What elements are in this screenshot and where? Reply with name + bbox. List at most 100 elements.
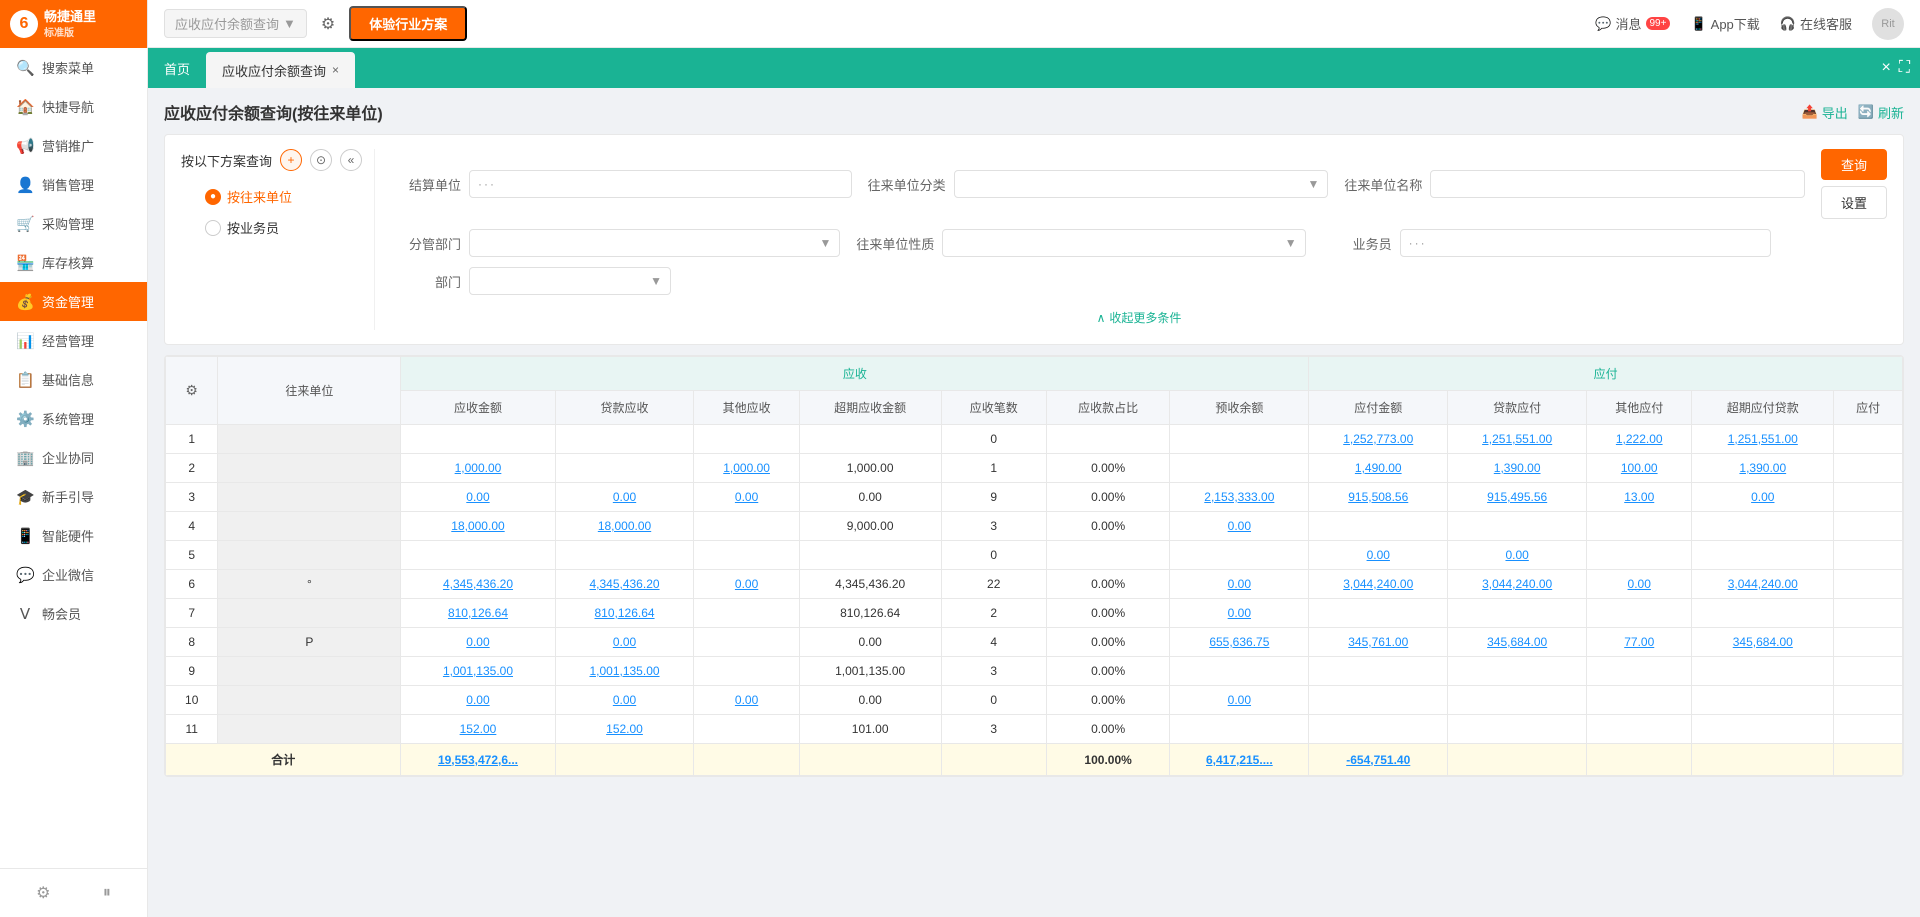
sidebar-item-corp[interactable]: 🏢 企业协同 xyxy=(0,438,147,477)
cell-yfje[interactable]: 345,761.00 xyxy=(1309,628,1448,657)
cell-dkyf[interactable]: 1,390.00 xyxy=(1448,454,1587,483)
cell-qtys[interactable]: 0.00 xyxy=(694,686,799,715)
cell-qtys[interactable]: 0.00 xyxy=(694,570,799,599)
cell-yfje[interactable]: 1,490.00 xyxy=(1309,454,1448,483)
cell-cqyftk[interactable]: 1,251,551.00 xyxy=(1692,425,1834,454)
cell-qtyf[interactable]: 100.00 xyxy=(1587,454,1692,483)
breadcrumb[interactable]: 应收应付余额查询 ▼ xyxy=(164,9,307,38)
sidebar-collapse-button[interactable]: ⏸ xyxy=(99,880,115,906)
cell-qtys[interactable]: 1,000.00 xyxy=(694,454,799,483)
cell-ysye[interactable]: 0.00 xyxy=(1170,570,1309,599)
cell-ysje[interactable]: 4,345,436.20 xyxy=(401,570,555,599)
cell-dkys[interactable]: 0.00 xyxy=(555,686,694,715)
cell-yfje[interactable]: 915,508.56 xyxy=(1309,483,1448,512)
sidebar-item-marketing[interactable]: 📢 营销推广 xyxy=(0,126,147,165)
cell-dkys[interactable]: 0.00 xyxy=(555,483,694,512)
avatar[interactable]: Rit xyxy=(1872,8,1904,40)
cell-dkyf[interactable]: 0.00 xyxy=(1448,541,1587,570)
query-button[interactable]: 查询 xyxy=(1821,149,1887,180)
cell-qtys[interactable]: 0.00 xyxy=(694,483,799,512)
unit-nature-input[interactable]: ▼ xyxy=(942,229,1305,257)
promo-button[interactable]: 体验行业方案 xyxy=(349,6,467,41)
cell-ysje[interactable]: 1,000.00 xyxy=(401,454,555,483)
dept-input[interactable]: ▼ xyxy=(469,267,671,295)
sidebar-item-search-menu[interactable]: 🔍 搜索菜单 xyxy=(0,48,147,87)
cell-yfje[interactable]: 1,252,773.00 xyxy=(1309,425,1448,454)
sidebar-item-inventory[interactable]: 🏪 库存核算 xyxy=(0,243,147,282)
sidebar-item-member[interactable]: Ⅴ 畅会员 xyxy=(0,594,147,633)
cell-ysje[interactable]: 1,001,135.00 xyxy=(401,657,555,686)
cell-dkyf[interactable]: 3,044,240.00 xyxy=(1448,570,1587,599)
cell-dkyf[interactable]: 345,684.00 xyxy=(1448,628,1587,657)
settlement-unit-input[interactable]: ··· xyxy=(469,170,852,198)
table-settings-icon[interactable]: ⚙ xyxy=(185,382,198,398)
sidebar-item-quick-nav[interactable]: 🏠 快捷导航 xyxy=(0,87,147,126)
export-button[interactable]: 📤 导出 xyxy=(1802,103,1848,122)
sidebar-settings-button[interactable]: ⚙ xyxy=(32,879,54,907)
search-add-button[interactable]: + xyxy=(280,149,302,171)
search-option-unit[interactable]: ● 按往来单位 xyxy=(197,183,362,210)
cell-ysje[interactable]: 152.00 xyxy=(401,715,555,744)
app-download-button[interactable]: 📱 App下载 xyxy=(1690,14,1759,33)
search-collapse-button[interactable]: « xyxy=(340,149,362,171)
online-service-button[interactable]: 🎧 在线客服 xyxy=(1780,14,1852,33)
sidebar-item-guide[interactable]: 🎓 新手引导 xyxy=(0,477,147,516)
cell-qtyf[interactable]: 1,222.00 xyxy=(1587,425,1692,454)
sidebar-item-sales[interactable]: 👤 销售管理 xyxy=(0,165,147,204)
cell-dkys[interactable]: 4,345,436.20 xyxy=(555,570,694,599)
window-expand-button[interactable]: ⛶ xyxy=(1899,59,1910,77)
cell-ysje[interactable]: 0.00 xyxy=(401,628,555,657)
tab-close-icon[interactable]: × xyxy=(332,63,339,77)
cell-yfje[interactable]: 0.00 xyxy=(1309,541,1448,570)
cell-ysje[interactable]: 0.00 xyxy=(401,483,555,512)
salesman-input[interactable]: ··· xyxy=(1400,229,1771,257)
window-close-button[interactable]: × xyxy=(1881,59,1890,77)
total-ysje[interactable]: 19,553,472,6... xyxy=(401,744,555,776)
unit-category-input[interactable]: ▼ xyxy=(954,170,1329,198)
cell-dkyf[interactable]: 1,251,551.00 xyxy=(1448,425,1587,454)
cell-qtyf[interactable]: 0.00 xyxy=(1587,570,1692,599)
cell-ysye[interactable]: 0.00 xyxy=(1170,512,1309,541)
cell-ysye[interactable]: 0.00 xyxy=(1170,686,1309,715)
cell-cqyftk[interactable]: 345,684.00 xyxy=(1692,628,1834,657)
tab-home[interactable]: 首页 xyxy=(148,48,206,88)
sidebar-item-system[interactable]: ⚙️ 系统管理 xyxy=(0,399,147,438)
cell-dkys[interactable]: 0.00 xyxy=(555,628,694,657)
cell-qtyf[interactable]: 13.00 xyxy=(1587,483,1692,512)
cell-dkys[interactable]: 152.00 xyxy=(555,715,694,744)
cell-cqyftk[interactable]: 3,044,240.00 xyxy=(1692,570,1834,599)
total-ysye[interactable]: 6,417,215.... xyxy=(1170,744,1309,776)
cell-ysye[interactable]: 2,153,333.00 xyxy=(1170,483,1309,512)
cell-yfje[interactable]: 3,044,240.00 xyxy=(1309,570,1448,599)
cell-dkys[interactable]: 810,126.64 xyxy=(555,599,694,628)
message-button[interactable]: 💬 消息 99+ xyxy=(1595,14,1670,33)
unit-name-input[interactable] xyxy=(1430,170,1805,198)
cell-qtyf[interactable]: 77.00 xyxy=(1587,628,1692,657)
sidebar-item-finance[interactable]: 💰 资金管理 xyxy=(0,282,147,321)
collapse-more-button[interactable]: ∧ 收起更多条件 xyxy=(391,305,1887,330)
cell-ysye[interactable]: 0.00 xyxy=(1170,599,1309,628)
breadcrumb-text: 应收应付余额查询 xyxy=(175,14,279,33)
search-option-salesman[interactable]: 按业务员 xyxy=(197,214,362,241)
sidebar-item-management[interactable]: 📊 经营管理 xyxy=(0,321,147,360)
sidebar-item-wechat[interactable]: 💬 企业微信 xyxy=(0,555,147,594)
cell-dkys[interactable]: 18,000.00 xyxy=(555,512,694,541)
setting-button[interactable]: 设置 xyxy=(1821,186,1887,219)
cell-ysye[interactable]: 655,636.75 xyxy=(1170,628,1309,657)
dept-manager-input[interactable]: ▼ xyxy=(469,229,840,257)
cell-ysje[interactable]: 0.00 xyxy=(401,686,555,715)
refresh-button[interactable]: 🔄 刷新 xyxy=(1858,103,1904,122)
cell-ysje[interactable]: 810,126.64 xyxy=(401,599,555,628)
gear-icon[interactable]: ⚙ xyxy=(317,10,339,38)
cell-cqyftk[interactable]: 0.00 xyxy=(1692,483,1834,512)
sidebar-item-purchase[interactable]: 🛒 采购管理 xyxy=(0,204,147,243)
cell-dkyf[interactable]: 915,495.56 xyxy=(1448,483,1587,512)
search-settings-button[interactable]: ⊙ xyxy=(310,149,332,171)
sidebar-item-hardware[interactable]: 📱 智能硬件 xyxy=(0,516,147,555)
cell-ysje[interactable]: 18,000.00 xyxy=(401,512,555,541)
tab-active[interactable]: 应收应付余额查询 × xyxy=(206,52,355,88)
total-yfje[interactable]: -654,751.40 xyxy=(1309,744,1448,776)
cell-cqyftk[interactable]: 1,390.00 xyxy=(1692,454,1834,483)
sidebar-item-basic[interactable]: 📋 基础信息 xyxy=(0,360,147,399)
cell-dkys[interactable]: 1,001,135.00 xyxy=(555,657,694,686)
